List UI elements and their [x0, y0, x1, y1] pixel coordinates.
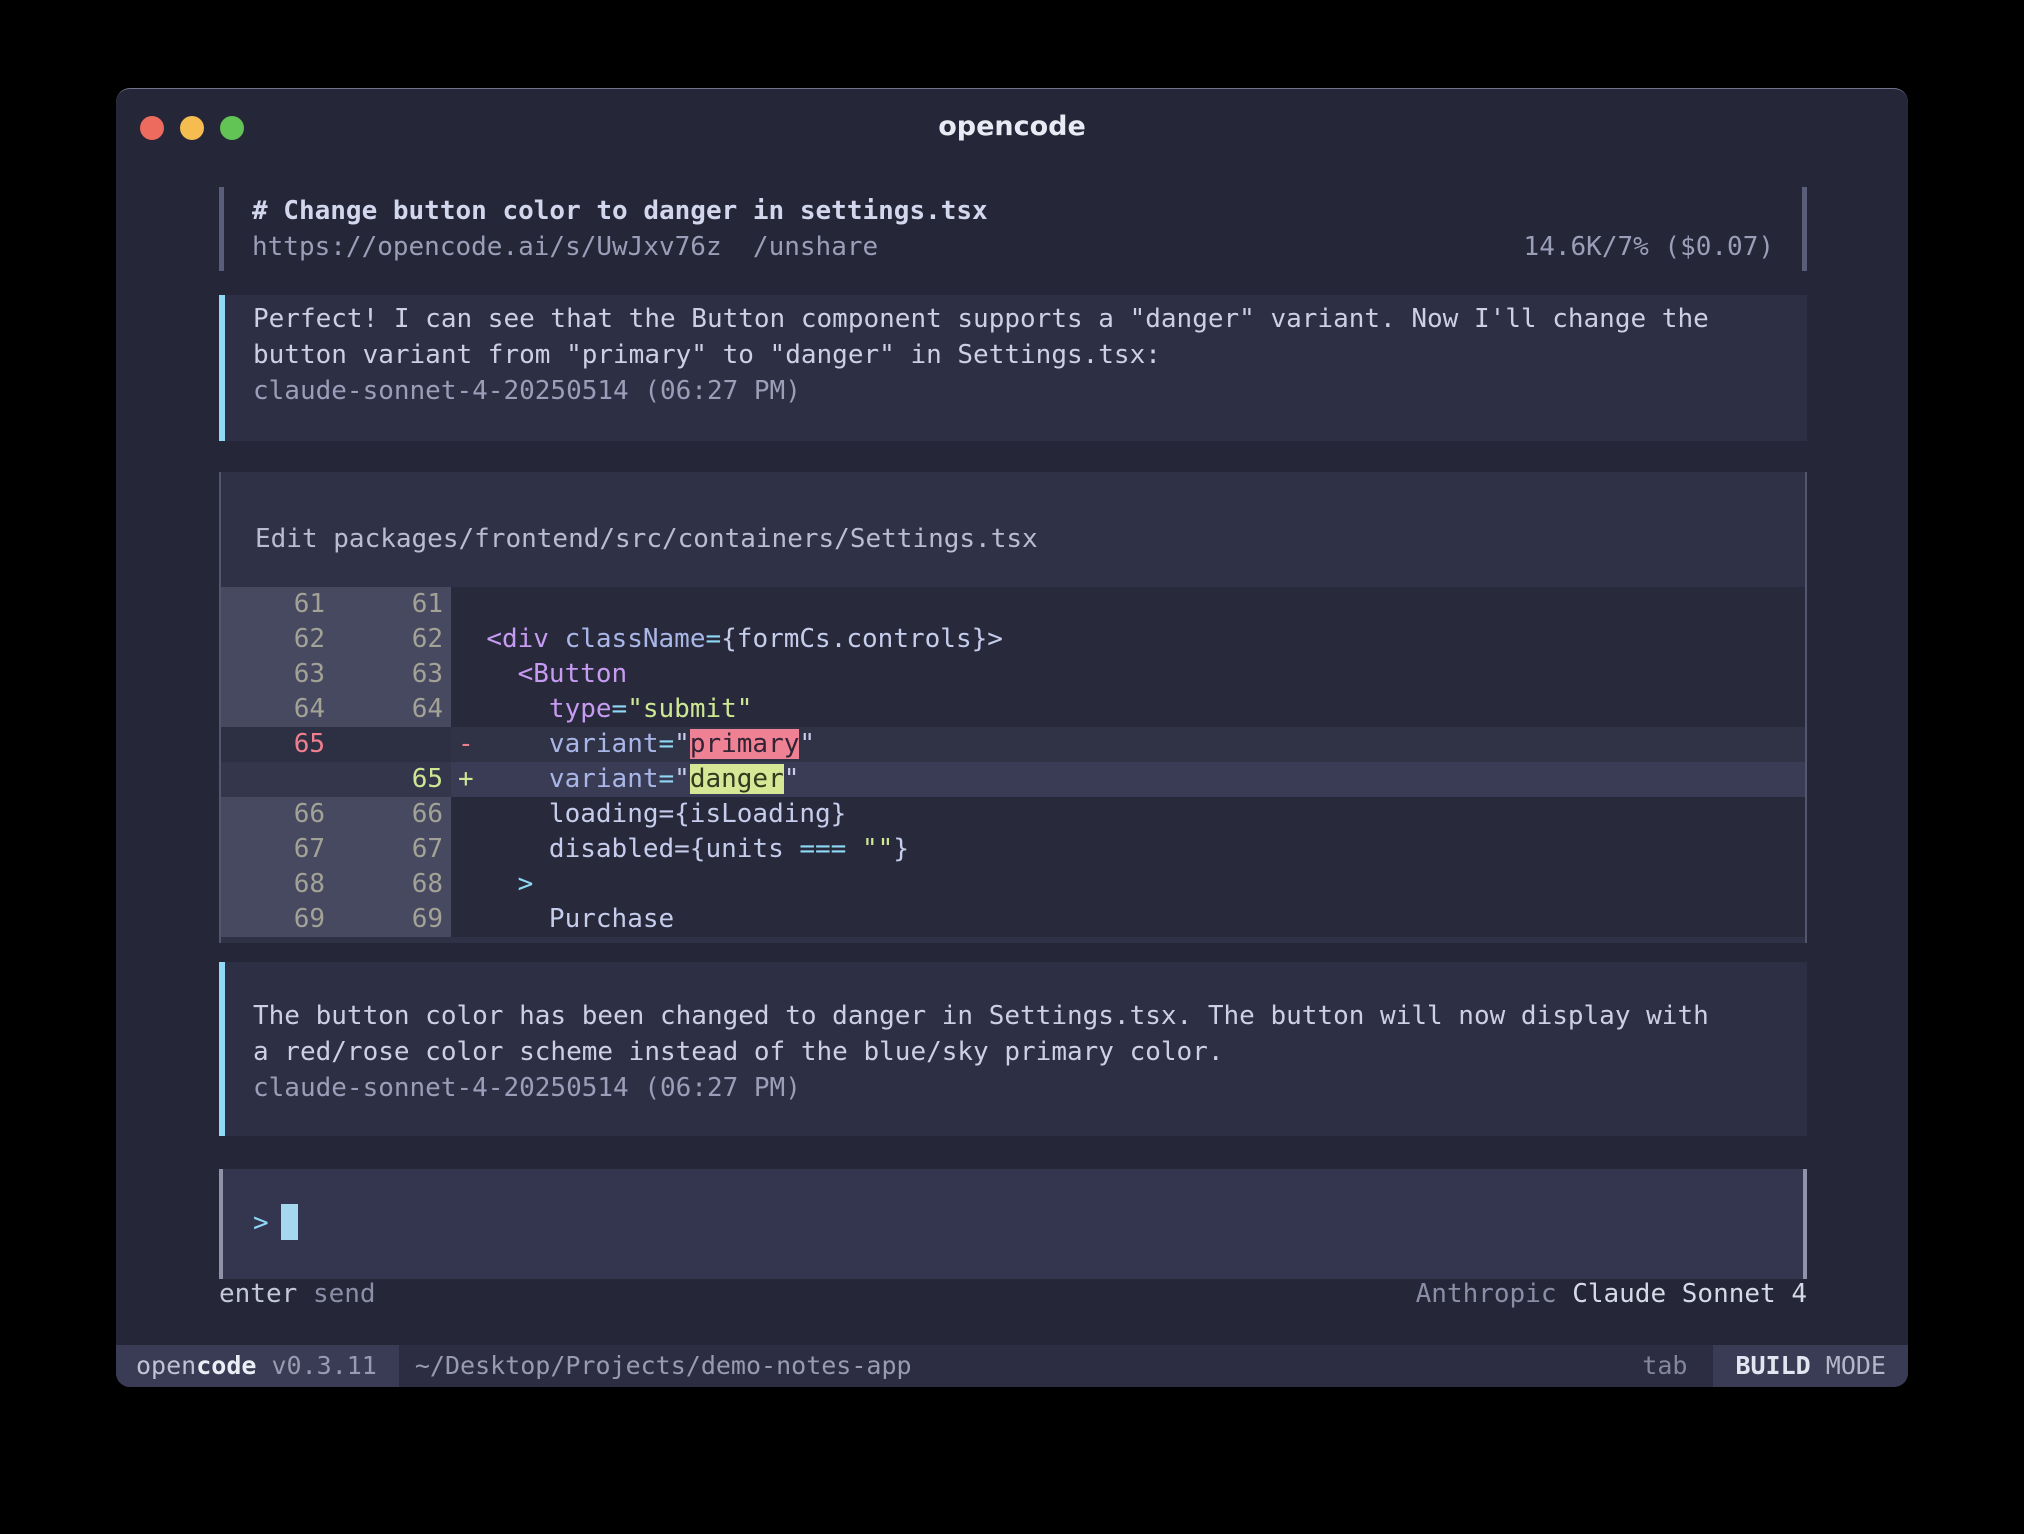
message-line: a red/rose color scheme instead of the b…: [253, 1034, 1779, 1070]
message-line: Perfect! I can see that the Button compo…: [253, 301, 1779, 337]
session-header: # Change button color to danger in setti…: [219, 187, 1807, 271]
diff-gutter: 6363: [221, 657, 451, 692]
tab-key-hint: tab: [1642, 1345, 1713, 1387]
old-line-number: [221, 762, 325, 797]
opencode-window: opencode # Change button color to danger…: [116, 88, 1908, 1387]
code-line: type="submit": [451, 692, 1805, 727]
new-line-number: 65: [325, 762, 443, 797]
new-line-number: 68: [325, 867, 443, 902]
diff-view: 61616262 <div className={formCs.controls…: [221, 587, 1805, 937]
old-line-number: 69: [221, 902, 325, 937]
code-line: <div className={formCs.controls}>: [451, 622, 1805, 657]
message-line: The button color has been changed to dan…: [253, 998, 1779, 1034]
diff-row: 65 + variant="danger": [221, 762, 1805, 797]
status-bar: opencode v0.3.11 ~/Desktop/Projects/demo…: [116, 1345, 1908, 1387]
unshare-command[interactable]: /unshare: [753, 232, 878, 262]
session-title: # Change button color to danger in setti…: [252, 193, 1774, 229]
old-line-number: 62: [221, 622, 325, 657]
new-line-number: 66: [325, 797, 443, 832]
new-line-number: 64: [325, 692, 443, 727]
edit-tool-block: Edit packages/frontend/src/containers/Se…: [219, 472, 1807, 943]
share-url[interactable]: https://opencode.ai/s/UwJxv76z: [252, 232, 722, 262]
diff-gutter: 6666: [221, 797, 451, 832]
old-line-number: 63: [221, 657, 325, 692]
mode-badge[interactable]: BUILD MODE: [1713, 1345, 1908, 1387]
assistant-message: The button color has been changed to dan…: [219, 962, 1807, 1136]
diff-gutter: 65: [221, 762, 451, 797]
new-line-number: [325, 727, 443, 762]
old-line-number: 68: [221, 867, 325, 902]
diff-row: 6767 disabled={units === ""}: [221, 832, 1805, 867]
removed-line-marker: -: [458, 727, 474, 762]
code-line: <Button: [451, 657, 1805, 692]
text-cursor: [281, 1204, 298, 1240]
share-url-line: https://opencode.ai/s/UwJxv76z /unshare: [252, 229, 878, 265]
diff-gutter: 6767: [221, 832, 451, 867]
app-version-badge: opencode v0.3.11: [116, 1345, 399, 1387]
send-hint: enter send: [219, 1276, 376, 1312]
diff-gutter: 6262: [221, 622, 451, 657]
diff-row: 6868 >: [221, 867, 1805, 902]
old-line-number: 66: [221, 797, 325, 832]
code-line: loading={isLoading}: [451, 797, 1805, 832]
diff-row: 6262 <div className={formCs.controls}>: [221, 622, 1805, 657]
code-line: variant="danger": [451, 762, 1805, 797]
new-line-number: 61: [325, 587, 443, 622]
titlebar: opencode: [116, 89, 1908, 165]
new-line-number: 67: [325, 832, 443, 867]
new-line-number: 63: [325, 657, 443, 692]
provider-label: Anthropic: [1416, 1279, 1557, 1309]
diff-row: 6464 type="submit": [221, 692, 1805, 727]
model-indicator: Anthropic Claude Sonnet 4: [1416, 1276, 1807, 1312]
message-meta: claude-sonnet-4-20250514 (06:27 PM): [253, 373, 1779, 409]
enter-key-hint: enter: [219, 1279, 297, 1309]
code-line: variant="primary": [451, 727, 1805, 762]
app-version: v0.3.11: [272, 1351, 377, 1380]
context-stats: 14.6K/7% ($0.07): [1524, 229, 1774, 265]
send-label: send: [313, 1279, 376, 1309]
edit-tool-title: Edit packages/frontend/src/containers/Se…: [255, 522, 1805, 557]
message-line: button variant from "primary" to "danger…: [253, 337, 1779, 373]
code-line: >: [451, 867, 1805, 902]
new-line-number: 62: [325, 622, 443, 657]
window-title: opencode: [116, 89, 1908, 165]
old-line-number: 67: [221, 832, 325, 867]
diff-gutter: 6868: [221, 867, 451, 902]
diff-gutter: 65: [221, 727, 451, 762]
diff-row: 65 - variant="primary": [221, 727, 1805, 762]
diff-row: 6666 loading={isLoading}: [221, 797, 1805, 832]
code-line: disabled={units === ""}: [451, 832, 1805, 867]
added-line-marker: +: [458, 762, 474, 797]
diff-row: 6161: [221, 587, 1805, 622]
diff-gutter: 6464: [221, 692, 451, 727]
diff-row: 6363 <Button: [221, 657, 1805, 692]
prompt-input[interactable]: >: [219, 1169, 1807, 1279]
old-line-number: 65: [221, 727, 325, 762]
message-meta: claude-sonnet-4-20250514 (06:27 PM): [253, 1070, 1779, 1106]
working-directory: ~/Desktop/Projects/demo-notes-app: [399, 1345, 912, 1387]
hints-row: enter send Anthropic Claude Sonnet 4: [219, 1276, 1807, 1312]
assistant-message: Perfect! I can see that the Button compo…: [219, 295, 1807, 441]
code-line: Purchase: [451, 902, 1805, 937]
diff-row: 6969 Purchase: [221, 902, 1805, 937]
old-line-number: 61: [221, 587, 325, 622]
new-line-number: 69: [325, 902, 443, 937]
old-line-number: 64: [221, 692, 325, 727]
diff-gutter: 6969: [221, 902, 451, 937]
diff-gutter: 6161: [221, 587, 451, 622]
model-label: Claude Sonnet 4: [1572, 1279, 1807, 1309]
prompt-symbol: >: [253, 1208, 269, 1238]
